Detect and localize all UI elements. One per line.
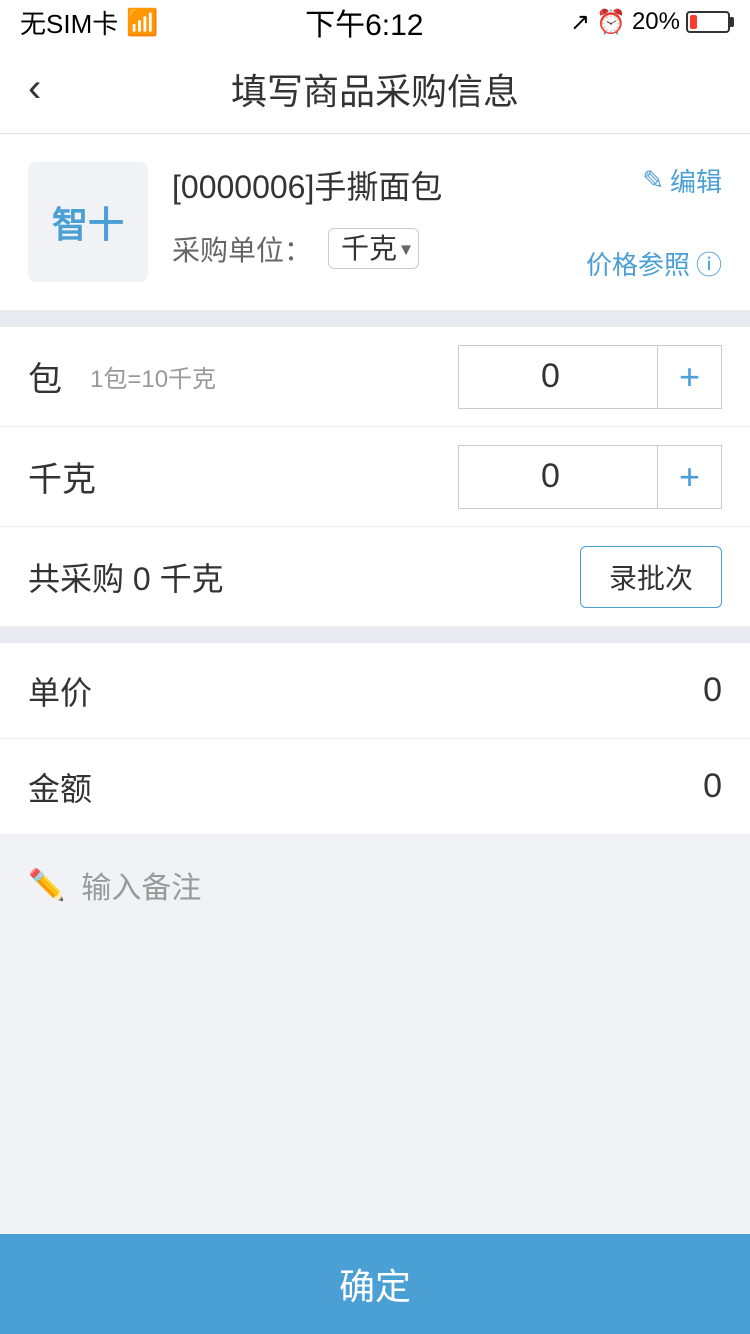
input-row-kg: 千克 +: [0, 427, 750, 527]
unit-price-value: 0: [703, 671, 722, 710]
record-batch-button[interactable]: 录批次: [580, 546, 722, 608]
unit-select[interactable]: 千克 包: [328, 228, 419, 269]
edit-button[interactable]: ✎ 编辑: [642, 162, 722, 199]
kg-label: 千克: [28, 452, 96, 501]
location-icon: ↗: [570, 8, 590, 37]
amount-value: 0: [703, 767, 722, 806]
help-icon: ⓘ: [696, 245, 722, 282]
kg-input-group: +: [458, 445, 722, 509]
price-ref-button[interactable]: 价格参照 ⓘ: [586, 245, 722, 282]
status-left: 无SIM卡 📶: [20, 4, 159, 41]
battery-pct: 20%: [632, 8, 680, 36]
amount-row: 金额 0: [0, 739, 750, 835]
nav-bar: ‹ 填写商品采购信息: [0, 44, 750, 134]
carrier-label: 无SIM卡: [20, 4, 118, 41]
product-image: 智十: [28, 162, 148, 282]
total-row: 共采购 0 千克 录批次: [0, 527, 750, 627]
bao-sublabel: 1包=10千克: [90, 359, 216, 394]
unit-price-row: 单价 0: [0, 643, 750, 739]
bao-input-group: +: [458, 345, 722, 409]
battery-icon: [686, 11, 730, 33]
total-label: 共采购 0 千克: [28, 554, 580, 600]
bao-label: 包: [28, 352, 62, 401]
section-divider-1: [0, 311, 750, 327]
edit-label: 编辑: [670, 162, 722, 199]
remark-section[interactable]: ✏️ 输入备注: [0, 835, 750, 1115]
wifi-icon: 📶: [126, 7, 158, 38]
confirm-label: 确定: [339, 1258, 411, 1310]
status-right: ↗ ⏰ 20%: [570, 8, 730, 37]
status-time: 下午6:12: [305, 0, 423, 44]
price-section: 单价 0 金额 0: [0, 643, 750, 835]
section-divider-2: [0, 627, 750, 643]
input-section: 包 1包=10千克 + 千克 + 共采购 0 千克 录批次: [0, 327, 750, 627]
unit-select-wrapper[interactable]: 千克 包: [328, 228, 419, 269]
status-bar: 无SIM卡 📶 下午6:12 ↗ ⏰ 20%: [0, 0, 750, 44]
pencil-icon: ✏️: [28, 868, 65, 903]
edit-icon: ✎: [642, 165, 664, 196]
unit-label: 采购单位：: [172, 229, 312, 269]
amount-label: 金额: [28, 764, 703, 810]
kg-input[interactable]: [458, 445, 658, 509]
unit-price-label: 单价: [28, 668, 703, 714]
back-button[interactable]: ‹: [28, 66, 41, 111]
content-spacer: [0, 1115, 750, 1215]
alarm-icon: ⏰: [596, 8, 626, 37]
kg-plus-button[interactable]: +: [658, 445, 722, 509]
confirm-button[interactable]: 确定: [0, 1234, 750, 1334]
remark-placeholder: 输入备注: [81, 863, 201, 907]
page-title: 填写商品采购信息: [231, 63, 519, 115]
product-name: [0000006]手撕面包: [172, 162, 722, 208]
product-card: 智十 [0000006]手撕面包 采购单位： 千克 包 ✎ 编辑 价格参照 ⓘ: [0, 134, 750, 311]
input-row-bao: 包 1包=10千克 +: [0, 327, 750, 427]
price-ref-label: 价格参照: [586, 245, 690, 282]
bao-plus-button[interactable]: +: [658, 345, 722, 409]
bao-input[interactable]: [458, 345, 658, 409]
product-logo: 智十: [52, 196, 124, 248]
remark-row: ✏️ 输入备注: [28, 863, 722, 907]
